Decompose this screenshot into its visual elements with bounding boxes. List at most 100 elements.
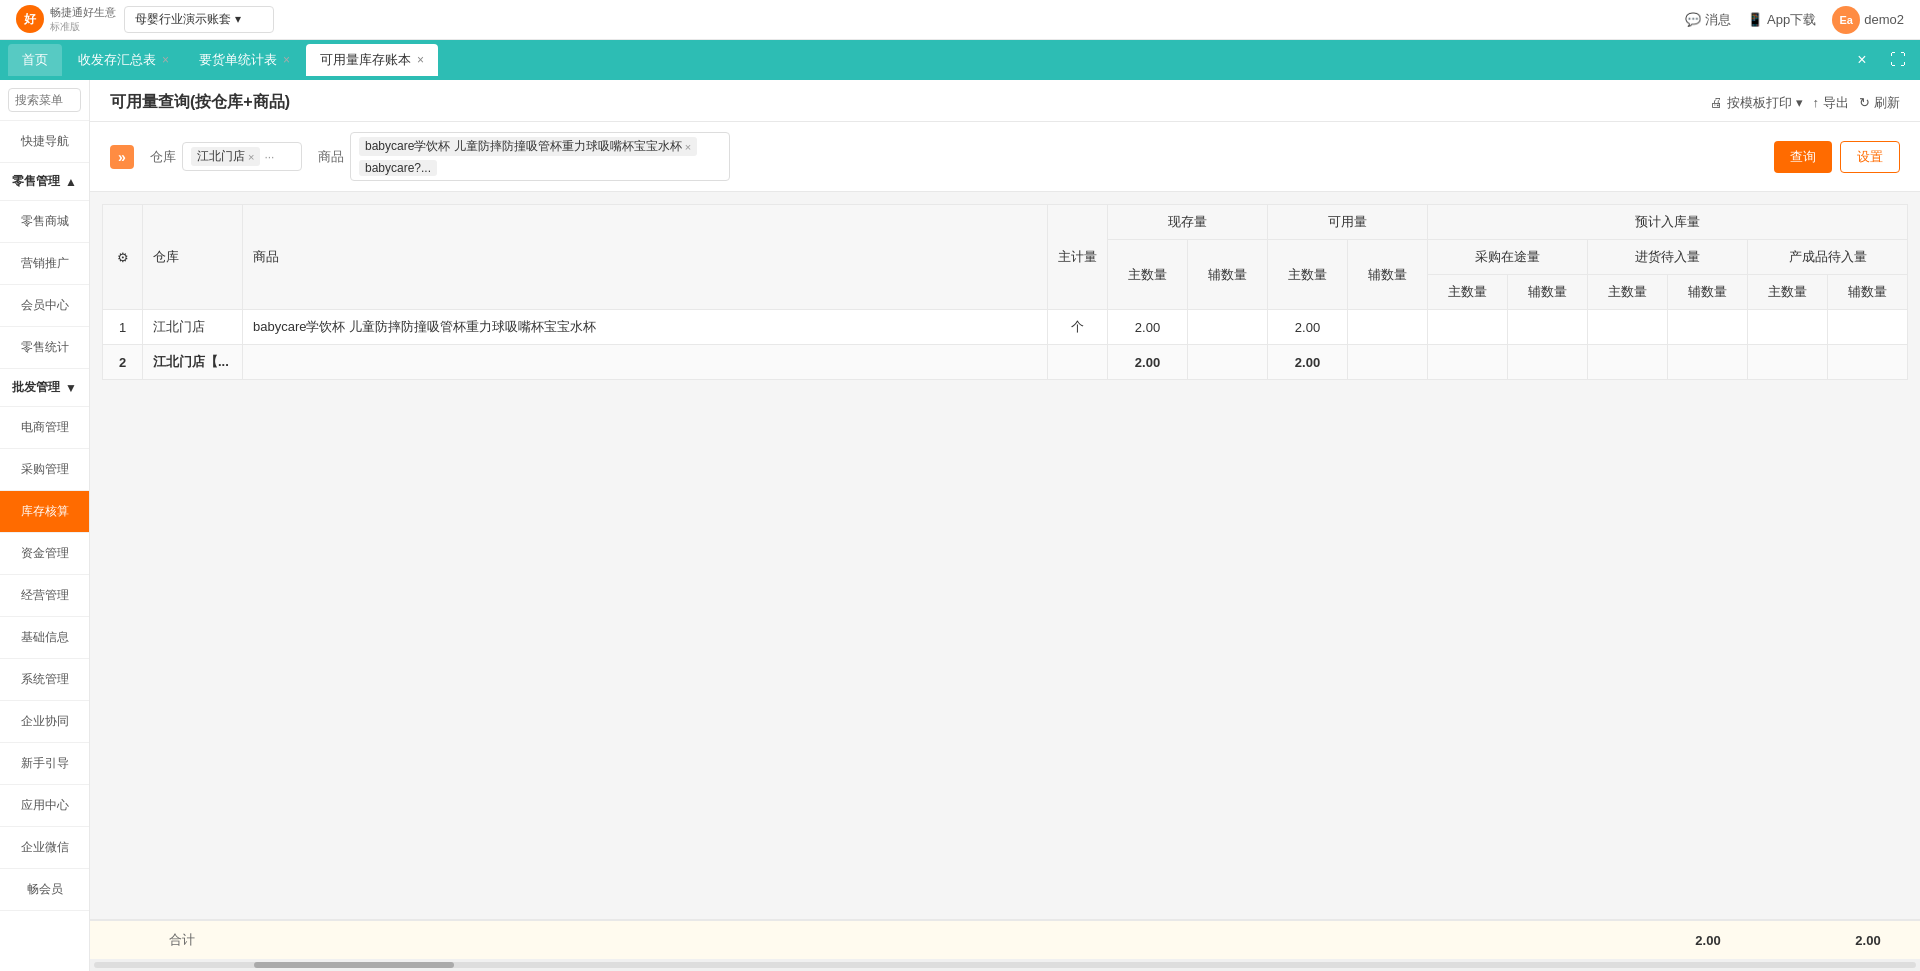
sidebar-item-enterprise-wechat-label: 企业微信 [21, 839, 69, 856]
th-warehouse: 仓库 [143, 205, 243, 310]
sidebar-item-marketing[interactable]: 营销推广 [0, 243, 89, 285]
user-name: demo2 [1864, 12, 1904, 27]
sidebar-item-ecommerce-label: 电商管理 [21, 419, 69, 436]
scroll-thumb[interactable] [254, 962, 454, 968]
close-all-button[interactable]: × [1848, 46, 1876, 74]
th-incoming-main: 主数量 [1588, 275, 1668, 310]
sidebar-search[interactable] [0, 80, 89, 121]
sidebar-item-finance-label: 资金管理 [21, 545, 69, 562]
bottom-scrollbar[interactable] [90, 959, 1920, 971]
sidebar-section-retail-label: 零售管理 [12, 173, 60, 190]
logo-area: 好 畅捷通好生意 标准版 [16, 5, 116, 33]
warehouse-value[interactable]: 江北门店 × ··· [182, 142, 302, 171]
sidebar-item-system[interactable]: 系统管理 [0, 659, 89, 701]
warehouse-tag-0: 江北门店 × [191, 147, 260, 166]
sidebar-item-inventory[interactable]: 库存核算 [0, 491, 89, 533]
nav-tabs: 首页 收发存汇总表 × 要货单统计表 × 可用量库存账本 × × ⛶ [0, 40, 1920, 80]
sidebar-section-wholesale-label: 批发管理 [12, 379, 60, 396]
download-icon: 📱 [1747, 12, 1763, 27]
sidebar-item-member[interactable]: 会员中心 [0, 285, 89, 327]
sidebar-item-retail-stats[interactable]: 零售统计 [0, 327, 89, 369]
sidebar-item-quick-nav[interactable]: 快捷导航 [0, 121, 89, 163]
search-input[interactable] [8, 88, 81, 112]
settings-icon: ⚙ [117, 250, 129, 265]
logo-subtext: 标准版 [50, 20, 116, 34]
product-filter: 商品 babycare学饮杯 儿童防摔防撞吸管杯重力球吸嘴杯宝宝水杯 × bab… [318, 132, 730, 181]
avatar: Ea [1832, 6, 1860, 34]
sidebar-item-retail-mall[interactable]: 零售商城 [0, 201, 89, 243]
sidebar-item-enterprise[interactable]: 企业协同 [0, 701, 89, 743]
row-1-idx: 2 [103, 345, 143, 380]
sidebar-item-app-center-label: 应用中心 [21, 797, 69, 814]
tab-receive-close[interactable]: × [162, 53, 169, 67]
sidebar-item-member2[interactable]: 畅会员 [0, 869, 89, 911]
row-1-stock-main: 2.00 [1108, 345, 1188, 380]
tab-receive[interactable]: 收发存汇总表 × [64, 44, 183, 76]
sidebar-item-purchase[interactable]: 采购管理 [0, 449, 89, 491]
tab-available-close[interactable]: × [417, 53, 424, 67]
nav-right: × ⛶ [1848, 46, 1912, 74]
row-0-purchase-aux [1508, 310, 1588, 345]
tab-home[interactable]: 首页 [8, 44, 62, 76]
row-0-idx: 1 [103, 310, 143, 345]
tab-available[interactable]: 可用量库存账本 × [306, 44, 438, 76]
export-button[interactable]: ↑ 导出 [1813, 94, 1850, 112]
refresh-button[interactable]: ↻ 刷新 [1859, 94, 1900, 112]
sidebar-item-enterprise-label: 企业协同 [21, 713, 69, 730]
row-1-production-aux [1828, 345, 1908, 380]
product-tag-1-text: babycare?... [365, 161, 431, 175]
sidebar-item-ops[interactable]: 经营管理 [0, 575, 89, 617]
product-tag-0: babycare学饮杯 儿童防摔防撞吸管杯重力球吸嘴杯宝宝水杯 × [359, 137, 697, 156]
row-0-purchase-main [1428, 310, 1508, 345]
th-forecast-group: 预计入库量 [1428, 205, 1908, 240]
sidebar-item-system-label: 系统管理 [21, 671, 69, 688]
th-unit: 主计量 [1048, 205, 1108, 310]
settings-button[interactable]: 设置 [1840, 141, 1900, 173]
product-tag-0-close[interactable]: × [685, 141, 691, 153]
page-header: 可用量查询(按仓库+商品) 🖨 按模板打印 ▾ ↑ 导出 ↻ 刷新 [90, 80, 1920, 122]
fullscreen-button[interactable]: ⛶ [1884, 46, 1912, 74]
org-selector[interactable]: 母婴行业演示账套 ▾ [124, 6, 274, 33]
tab-order-label: 要货单统计表 [199, 51, 277, 69]
message-button[interactable]: 💬 消息 [1685, 11, 1731, 29]
message-icon: 💬 [1685, 12, 1701, 27]
sidebar-item-newbie[interactable]: 新手引导 [0, 743, 89, 785]
total-available-main: 2.00 [1828, 933, 1908, 948]
warehouse-label: 仓库 [150, 148, 176, 166]
expand-button[interactable]: » [110, 145, 134, 169]
row-0-incoming-main [1588, 310, 1668, 345]
sidebar-item-app-center[interactable]: 应用中心 [0, 785, 89, 827]
user-profile[interactable]: Ea demo2 [1832, 6, 1904, 34]
row-1-available-main: 2.00 [1268, 345, 1348, 380]
sidebar-item-basic[interactable]: 基础信息 [0, 617, 89, 659]
tab-home-label: 首页 [22, 51, 48, 69]
row-0-production-aux [1828, 310, 1908, 345]
th-purchase-main: 主数量 [1428, 275, 1508, 310]
row-0-stock-aux [1188, 310, 1268, 345]
th-available-group: 可用量 [1268, 205, 1428, 240]
chevron-up-icon: ▲ [65, 175, 77, 189]
tab-order[interactable]: 要货单统计表 × [185, 44, 304, 76]
row-1-product [243, 345, 1048, 380]
query-button[interactable]: 查询 [1774, 141, 1832, 173]
row-0-available-main: 2.00 [1268, 310, 1348, 345]
sidebar-section-wholesale[interactable]: 批发管理 ▼ [0, 369, 89, 407]
print-button[interactable]: 🖨 按模板打印 ▾ [1710, 94, 1803, 112]
row-1-production-main [1748, 345, 1828, 380]
sidebar-section-retail[interactable]: 零售管理 ▲ [0, 163, 89, 201]
chevron-down-icon: ▼ [65, 381, 77, 395]
row-1-incoming-aux [1668, 345, 1748, 380]
tab-order-close[interactable]: × [283, 53, 290, 67]
product-tag-0-text: babycare学饮杯 儿童防摔防撞吸管杯重力球吸嘴杯宝宝水杯 [365, 138, 682, 155]
app-download-button[interactable]: 📱 App下载 [1747, 11, 1816, 29]
sidebar-item-retail-mall-label: 零售商城 [21, 213, 69, 230]
th-purchase-group: 采购在途量 [1428, 240, 1588, 275]
th-settings[interactable]: ⚙ [103, 205, 143, 310]
sidebar-item-enterprise-wechat[interactable]: 企业微信 [0, 827, 89, 869]
sidebar: 快捷导航 零售管理 ▲ 零售商城 营销推广 会员中心 零售统计 批发管理 ▼ 电… [0, 80, 90, 971]
th-stock-aux: 辅数量 [1188, 240, 1268, 310]
product-value[interactable]: babycare学饮杯 儿童防摔防撞吸管杯重力球吸嘴杯宝宝水杯 × babyca… [350, 132, 730, 181]
warehouse-tag-close[interactable]: × [248, 151, 254, 163]
sidebar-item-ecommerce[interactable]: 电商管理 [0, 407, 89, 449]
sidebar-item-finance[interactable]: 资金管理 [0, 533, 89, 575]
